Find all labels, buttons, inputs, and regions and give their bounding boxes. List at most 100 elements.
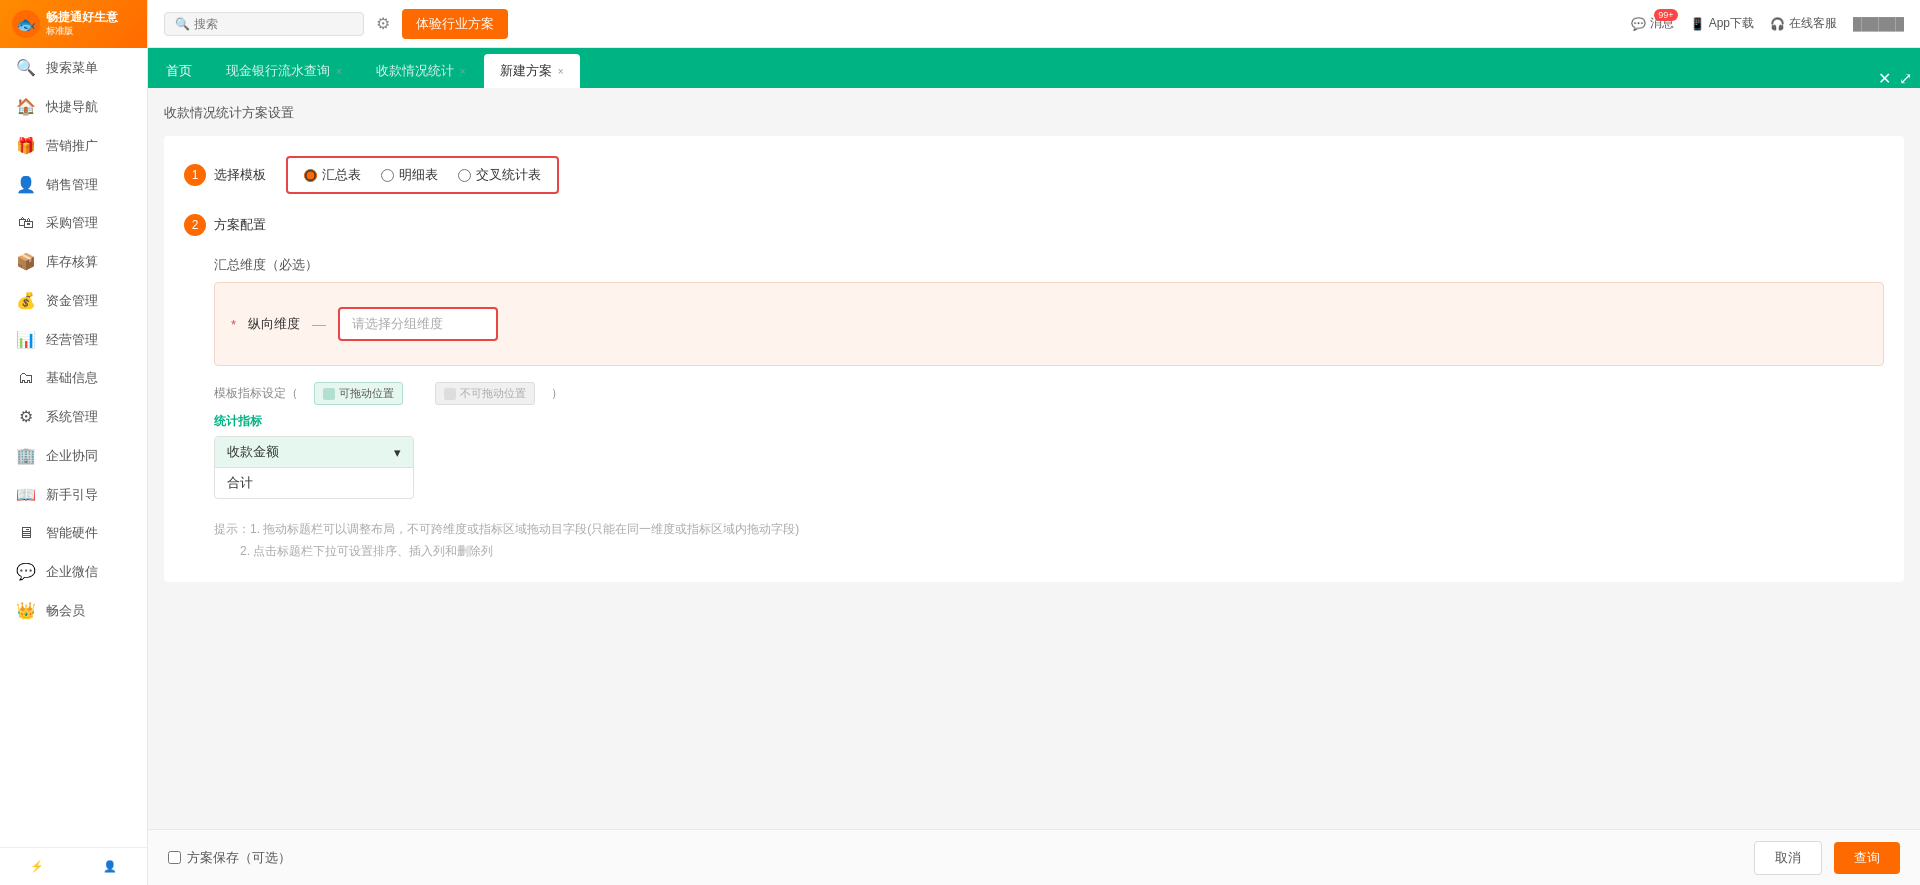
dim-select-box[interactable]: 请选择分组维度: [338, 307, 498, 341]
radio-summary-label: 汇总表: [322, 166, 361, 184]
save-checkbox[interactable]: 方案保存（可选）: [168, 849, 291, 867]
radio-summary-input[interactable]: [304, 169, 317, 182]
sidebar-item-enterprise[interactable]: 🏢企业协同: [0, 436, 147, 475]
tab-close-new-plan[interactable]: ×: [558, 66, 564, 77]
sidebar-item-basic-info[interactable]: 🗂基础信息: [0, 359, 147, 397]
logo-icon: 🐟: [12, 10, 40, 38]
sidebar-item-wechat[interactable]: 💬 企业微信: [0, 552, 147, 591]
message-btn[interactable]: 💬 消息 99+: [1631, 15, 1674, 32]
non-draggable-tag: 不可拖动位置: [435, 382, 535, 405]
sidebar-item-management[interactable]: 📊经营管理: [0, 320, 147, 359]
management-icon: 📊: [16, 330, 36, 349]
basic-info-label: 基础信息: [46, 369, 98, 387]
tip1: 提示：1. 拖动标题栏可以调整布局，不可跨维度或指标区域拖动目字段(只能在同一维…: [214, 519, 1884, 541]
query-button[interactable]: 查询: [1834, 842, 1900, 874]
tab-close-receipt-stats[interactable]: ×: [460, 66, 466, 77]
sidebar-item-member[interactable]: 👑畅会员: [0, 591, 147, 630]
purchase-label: 采购管理: [46, 214, 98, 232]
search-input[interactable]: [194, 17, 353, 31]
sidebar-item-finance[interactable]: 💰资金管理: [0, 281, 147, 320]
step2-row: 2 方案配置: [184, 214, 1884, 236]
sidebar-item-quick-nav[interactable]: 🏠快捷导航: [0, 87, 147, 126]
wechat-icon: 💬: [16, 562, 36, 581]
metric-table: 收款金额 合计: [214, 436, 414, 499]
online-service-btn[interactable]: 🎧 在线客服: [1770, 15, 1837, 32]
metrics-label-row: 模板指标设定（ 可拖动位置 不可拖动位置 ）: [214, 382, 1884, 405]
search-menu-icon: 🔍: [16, 58, 36, 77]
sidebar-bottom: ⚡ 👤: [0, 847, 147, 885]
logo-text: 畅捷通好生意: [46, 10, 118, 26]
topbar: 🔍 ⚙ 体验行业方案 💬 消息 99+ 📱 App下载 🎧 在线客服 █████…: [148, 0, 1920, 48]
sidebar-bottom-right[interactable]: 👤: [103, 860, 117, 873]
sidebar-items: 🔍搜索菜单🏠快捷导航🎁营销推广👤销售管理🛍采购管理📦库存核算💰资金管理📊经营管理…: [0, 48, 147, 630]
footer: 方案保存（可选） 取消 查询: [148, 829, 1920, 885]
sidebar-bottom-left[interactable]: ⚡: [30, 860, 44, 873]
radio-detail-input[interactable]: [381, 169, 394, 182]
metric-table-cell: 合计: [215, 468, 413, 498]
trial-btn[interactable]: 体验行业方案: [402, 9, 508, 39]
wechat-label: 企业微信: [46, 563, 98, 581]
logo-badge: 标准版: [46, 25, 118, 38]
radio-cross-label: 交叉统计表: [476, 166, 541, 184]
tabs-right-controls: ✕ ⤢: [1878, 69, 1920, 88]
sidebar-item-search-menu[interactable]: 🔍搜索菜单: [0, 48, 147, 87]
step1-badge: 1: [184, 164, 206, 186]
tab-bar: 首页现金银行流水查询×收款情况统计×新建方案× ✕ ⤢: [148, 48, 1920, 88]
metric-table-header[interactable]: 收款金额: [215, 437, 413, 468]
metrics-setting-label: 模板指标设定（: [214, 385, 298, 402]
app-download-btn[interactable]: 📱 App下载: [1690, 15, 1754, 32]
close-tab-icon[interactable]: ✕: [1878, 69, 1891, 88]
newbie-icon: 📖: [16, 485, 36, 504]
stats-label: 统计指标: [214, 413, 414, 430]
radio-summary[interactable]: 汇总表: [304, 166, 361, 184]
message-badge: 99+: [1654, 9, 1677, 21]
tab-receipt-stats[interactable]: 收款情况统计 ×: [360, 54, 482, 88]
username: ██████: [1853, 17, 1904, 31]
dim-select-placeholder: 请选择分组维度: [352, 316, 443, 331]
sidebar-item-purchase[interactable]: 🛍采购管理: [0, 204, 147, 242]
hardware-label: 智能硬件: [46, 524, 98, 542]
sidebar-item-marketing[interactable]: 🎁营销推广: [0, 126, 147, 165]
tab-label-receipt-stats: 收款情况统计: [376, 62, 454, 80]
finance-label: 资金管理: [46, 292, 98, 310]
cancel-button[interactable]: 取消: [1754, 841, 1822, 875]
tab-new-plan[interactable]: 新建方案×: [484, 54, 580, 88]
sidebar-item-newbie[interactable]: 📖新手引导: [0, 475, 147, 514]
member-label: 畅会员: [46, 602, 85, 620]
message-icon: 💬: [1631, 17, 1646, 31]
tab-close-cash-flow[interactable]: ×: [336, 66, 342, 77]
system-icon: ⚙: [16, 407, 36, 426]
hardware-icon: 🖥: [16, 524, 36, 542]
metric-column-header: 收款金额: [227, 443, 279, 461]
quick-nav-label: 快捷导航: [46, 98, 98, 116]
sidebar-item-hardware[interactable]: 🖥 智能硬件: [0, 514, 147, 552]
dim-required-star: *: [231, 317, 236, 332]
step1-row: 1 选择模板 汇总表 明细表 交叉统计表: [184, 156, 1884, 194]
save-checkbox-input[interactable]: [168, 851, 181, 864]
expand-icon[interactable]: ⤢: [1899, 69, 1912, 88]
tab-home[interactable]: 首页: [150, 54, 208, 88]
tab-cash-flow[interactable]: 现金银行流水查询 ×: [210, 54, 358, 88]
metrics-setting-label-end: ）: [551, 385, 563, 402]
gear-icon[interactable]: ⚙: [376, 14, 390, 33]
tip2: 2. 点击标题栏下拉可设置排序、插入列和删除列: [214, 541, 1884, 563]
radio-detail[interactable]: 明细表: [381, 166, 438, 184]
template-select-box: 汇总表 明细表 交叉统计表: [286, 156, 559, 194]
app-icon: 📱: [1690, 17, 1705, 31]
topbar-right: 💬 消息 99+ 📱 App下载 🎧 在线客服 ██████: [1631, 15, 1904, 32]
metric-dropdown-icon[interactable]: [394, 445, 401, 460]
radio-cross[interactable]: 交叉统计表: [458, 166, 541, 184]
sidebar-item-inventory[interactable]: 📦库存核算: [0, 242, 147, 281]
sidebar-item-sales[interactable]: 👤销售管理: [0, 165, 147, 204]
step2-label: 方案配置: [214, 216, 266, 234]
main-card: 1 选择模板 汇总表 明细表 交叉统计表: [164, 136, 1904, 582]
dim-arrow: —: [312, 316, 326, 332]
topbar-search-box[interactable]: 🔍: [164, 12, 364, 36]
metrics-section: 模板指标设定（ 可拖动位置 不可拖动位置 ）: [214, 382, 1884, 499]
radio-cross-input[interactable]: [458, 169, 471, 182]
sidebar-item-system[interactable]: ⚙系统管理: [0, 397, 147, 436]
marketing-icon: 🎁: [16, 136, 36, 155]
tab-label-cash-flow: 现金银行流水查询: [226, 62, 330, 80]
service-icon: 🎧: [1770, 17, 1785, 31]
sidebar-logo: 🐟 畅捷通好生意 标准版: [0, 0, 147, 48]
